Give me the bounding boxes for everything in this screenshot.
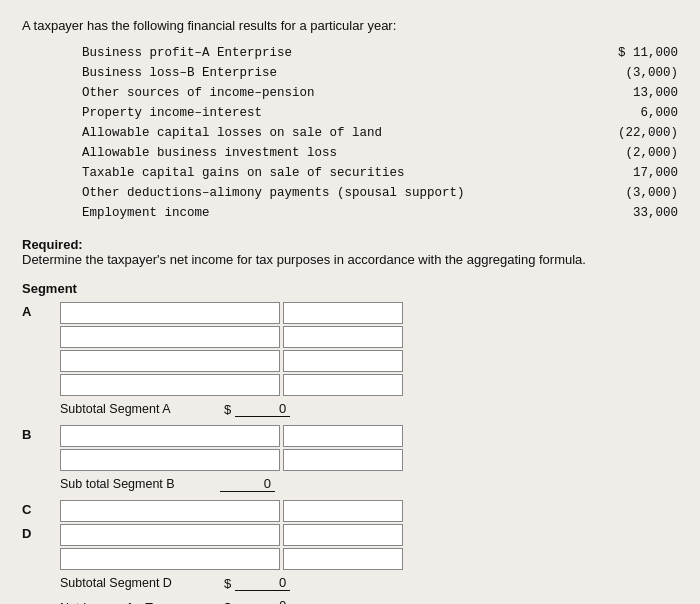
- seg-d-row2: [60, 548, 678, 570]
- subtotal-b-row: Sub total Segment B 0: [22, 476, 678, 492]
- fin-label-8: Employment income: [82, 203, 588, 223]
- financial-row: Allowable capital losses on sale of land…: [82, 123, 678, 143]
- net-income-row: Net Income for Tax purposes $ 0: [22, 599, 678, 604]
- segment-c-label: C: [22, 500, 60, 517]
- fin-label-0: Business profit–A Enterprise: [82, 43, 588, 63]
- seg-b-input-1a[interactable]: [60, 425, 280, 447]
- subtotal-a-label: Subtotal Segment A: [60, 402, 220, 416]
- fin-label-4: Allowable capital losses on sale of land: [82, 123, 588, 143]
- fin-value-5: (2,000): [588, 143, 678, 163]
- seg-a-input-3b[interactable]: [283, 350, 403, 372]
- seg-c-input-1b[interactable]: [283, 500, 403, 522]
- segment-header: Segment: [22, 281, 678, 296]
- fin-value-7: (3,000): [588, 183, 678, 203]
- seg-a-row4: [60, 374, 678, 396]
- seg-d-input-2b[interactable]: [283, 548, 403, 570]
- financial-table: Business profit–A Enterprise $ 11,000 Bu…: [82, 43, 678, 223]
- subtotal-d-value: 0: [235, 575, 290, 591]
- segment-d-section: D: [22, 524, 678, 572]
- required-section: Required: Determine the taxpayer's net i…: [22, 237, 678, 267]
- required-instruction: Determine the taxpayer's net income for …: [22, 252, 678, 267]
- segment-a-inputs: [60, 302, 678, 398]
- segment-c-inputs: [60, 500, 678, 524]
- seg-d-input-1a[interactable]: [60, 524, 280, 546]
- seg-b-input-2b[interactable]: [283, 449, 403, 471]
- segment-d-inputs: [60, 524, 678, 572]
- segment-a-section: A: [22, 302, 678, 398]
- fin-label-7: Other deductions–alimony payments (spous…: [82, 183, 588, 203]
- subtotal-d-dollar: $: [224, 576, 231, 591]
- financial-row: Property income–interest 6,000: [82, 103, 678, 123]
- seg-b-row2: [60, 449, 678, 471]
- subtotal-b-value: 0: [220, 476, 275, 492]
- subtotal-d-label: Subtotal Segment D: [60, 576, 220, 590]
- fin-value-0: $ 11,000: [588, 43, 678, 63]
- seg-a-input-1a[interactable]: [60, 302, 280, 324]
- financial-row: Business loss–B Enterprise (3,000): [82, 63, 678, 83]
- net-income-value: 0: [235, 599, 290, 604]
- net-income-dollar: $: [224, 600, 231, 604]
- segment-c-section: C: [22, 500, 678, 524]
- fin-value-8: 33,000: [588, 203, 678, 223]
- intro-text: A taxpayer has the following financial r…: [22, 18, 678, 33]
- segment-b-inputs: [60, 425, 678, 473]
- segment-b-label: B: [22, 425, 60, 442]
- fin-value-3: 6,000: [588, 103, 678, 123]
- seg-d-input-1b[interactable]: [283, 524, 403, 546]
- subtotal-d-row: Subtotal Segment D $ 0: [22, 575, 678, 591]
- segment-a-label: A: [22, 302, 60, 319]
- seg-b-row1: [60, 425, 678, 447]
- segment-table: Segment A Subtotal Segment A $: [22, 281, 678, 604]
- fin-value-4: (22,000): [588, 123, 678, 143]
- net-income-label: Net Income for Tax purposes: [60, 601, 220, 605]
- financial-row: Allowable business investment loss (2,00…: [82, 143, 678, 163]
- seg-a-input-4a[interactable]: [60, 374, 280, 396]
- financial-row: Other sources of income–pension 13,000: [82, 83, 678, 103]
- seg-c-row1: [60, 500, 678, 522]
- fin-label-3: Property income–interest: [82, 103, 588, 123]
- seg-b-input-2a[interactable]: [60, 449, 280, 471]
- fin-label-6: Taxable capital gains on sale of securit…: [82, 163, 588, 183]
- financial-row: Employment income 33,000: [82, 203, 678, 223]
- seg-a-row2: [60, 326, 678, 348]
- seg-d-input-2a[interactable]: [60, 548, 280, 570]
- seg-a-row3: [60, 350, 678, 372]
- subtotal-b-label: Sub total Segment B: [60, 477, 220, 491]
- seg-d-row1: [60, 524, 678, 546]
- seg-a-input-3a[interactable]: [60, 350, 280, 372]
- fin-value-6: 17,000: [588, 163, 678, 183]
- subtotal-a-value: 0: [235, 401, 290, 417]
- fin-label-2: Other sources of income–pension: [82, 83, 588, 103]
- fin-value-2: 13,000: [588, 83, 678, 103]
- fin-value-1: (3,000): [588, 63, 678, 83]
- fin-label-1: Business loss–B Enterprise: [82, 63, 588, 83]
- subtotal-a-dollar: $: [224, 402, 231, 417]
- seg-a-input-4b[interactable]: [283, 374, 403, 396]
- subtotal-a-row: Subtotal Segment A $ 0: [22, 401, 678, 417]
- seg-a-input-1b[interactable]: [283, 302, 403, 324]
- seg-c-input-1a[interactable]: [60, 500, 280, 522]
- seg-a-row1: [60, 302, 678, 324]
- seg-b-input-1b[interactable]: [283, 425, 403, 447]
- financial-row: Other deductions–alimony payments (spous…: [82, 183, 678, 203]
- segment-b-section: B: [22, 425, 678, 473]
- financial-row: Taxable capital gains on sale of securit…: [82, 163, 678, 183]
- fin-label-5: Allowable business investment loss: [82, 143, 588, 163]
- required-label: Required:: [22, 237, 678, 252]
- seg-a-input-2b[interactable]: [283, 326, 403, 348]
- seg-a-input-2a[interactable]: [60, 326, 280, 348]
- segment-d-label: D: [22, 524, 60, 541]
- financial-row: Business profit–A Enterprise $ 11,000: [82, 43, 678, 63]
